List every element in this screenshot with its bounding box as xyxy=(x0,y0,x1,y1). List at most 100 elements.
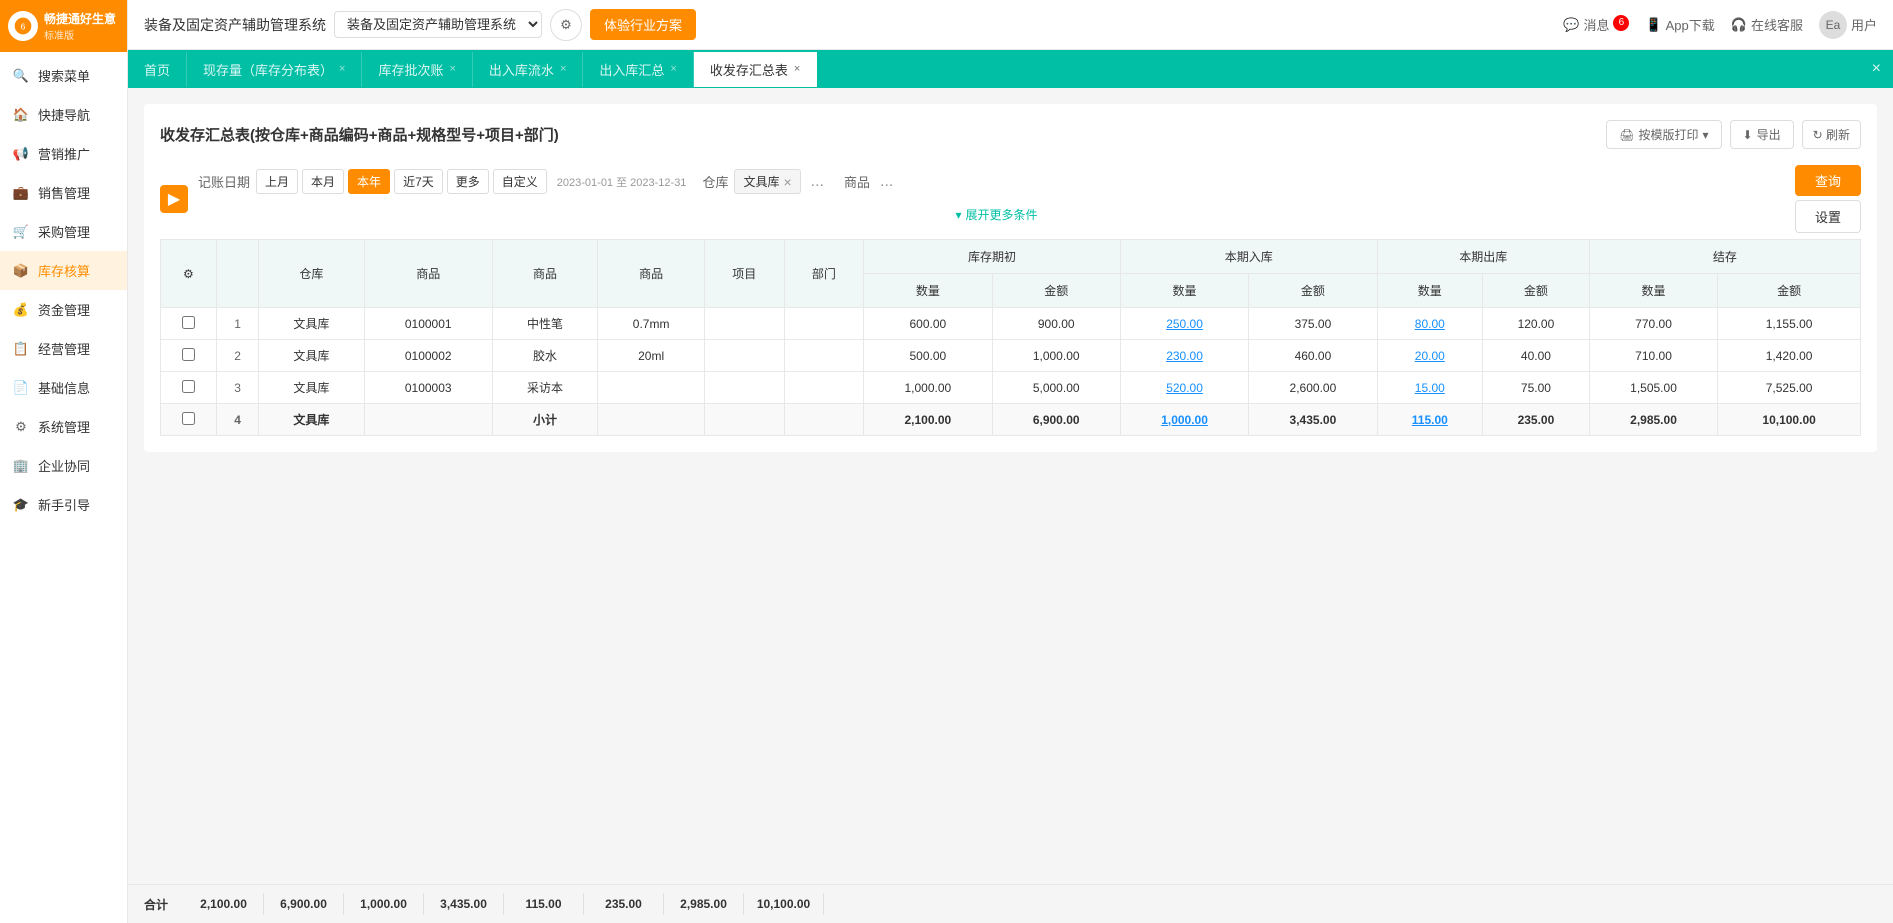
sidebar-item-finance[interactable]: 💰 资金管理 xyxy=(0,290,127,329)
th-opening-qty: 数量 xyxy=(864,274,992,308)
sidebar-item-enterprise[interactable]: 🏢 企业协同 xyxy=(0,446,127,485)
row-close-amt: 7,525.00 xyxy=(1718,372,1861,404)
tabs-close-all[interactable]: × xyxy=(1860,52,1893,86)
query-btn[interactable]: 查询 xyxy=(1795,165,1861,196)
settings-btn[interactable]: ⚙ xyxy=(550,9,582,41)
tab-close-recv-send[interactable]: × xyxy=(794,63,800,75)
export-btn[interactable]: ⬇ 导出 xyxy=(1730,120,1794,149)
sidebar-item-marketing[interactable]: 📢 营销推广 xyxy=(0,134,127,173)
row-in-qty: 250.00 xyxy=(1120,308,1248,340)
total-close-qty: 2,985.00 xyxy=(664,893,744,915)
row-department xyxy=(784,404,864,436)
date-btn-this-year[interactable]: 本年 xyxy=(348,169,390,194)
tab-recv-send[interactable]: 收发存汇总表 × xyxy=(694,52,817,87)
sidebar-item-basic-info[interactable]: 📄 基础信息 xyxy=(0,368,127,407)
date-btn-this-month[interactable]: 本月 xyxy=(302,169,344,194)
expand-row: ▾ 展开更多条件 xyxy=(198,200,1795,229)
bottom-total-bar: 合计 2,100.00 6,900.00 1,000.00 3,435.00 1… xyxy=(128,884,1893,923)
date-btn-custom[interactable]: 自定义 xyxy=(493,169,547,194)
tab-summary[interactable]: 出入库汇总 × xyxy=(583,52,693,87)
column-settings-btn[interactable]: 设置 xyxy=(1795,200,1861,233)
th-out-amt: 金额 xyxy=(1483,274,1590,308)
row-name: 采访本 xyxy=(492,372,597,404)
row-checkbox[interactable] xyxy=(182,316,195,329)
row-num: 2 xyxy=(216,340,258,372)
row-checkbox[interactable] xyxy=(182,348,195,361)
row-checkbox[interactable] xyxy=(182,412,195,425)
date-btn-last-month[interactable]: 上月 xyxy=(256,169,298,194)
sidebar-item-inventory[interactable]: 📦 库存核算 xyxy=(0,251,127,290)
date-btn-more[interactable]: 更多 xyxy=(447,169,489,194)
sidebar-item-purchase[interactable]: 🛒 采购管理 xyxy=(0,212,127,251)
th-opening: 库存期初 xyxy=(864,240,1121,274)
row-warehouse: 文具库 xyxy=(259,340,364,372)
row-checkbox-cell[interactable] xyxy=(161,340,217,372)
date-range-text: 2023-01-01 至 2023-12-31 xyxy=(557,174,687,190)
row-name: 小计 xyxy=(492,404,597,436)
sidebar-item-system[interactable]: ⚙ 系统管理 xyxy=(0,407,127,446)
row-open-qty: 500.00 xyxy=(864,340,992,372)
table-row: 1 文具库 0100001 中性笔 0.7mm 600.00 900.00 25… xyxy=(161,308,1861,340)
print-btn[interactable]: 🖨 按模版打印 ▾ xyxy=(1606,120,1721,149)
sidebar-item-quick-nav[interactable]: 🏠 快捷导航 xyxy=(0,95,127,134)
sales-icon: 💼 xyxy=(12,184,30,202)
row-out-amt: 40.00 xyxy=(1483,340,1590,372)
system-icon: ⚙ xyxy=(12,418,30,436)
online-service-btn[interactable]: 🎧 在线客服 xyxy=(1731,15,1803,34)
row-in-amt: 375.00 xyxy=(1249,308,1377,340)
sidebar-item-operations[interactable]: 📋 经营管理 xyxy=(0,329,127,368)
trial-button[interactable]: 体验行业方案 xyxy=(590,9,696,40)
row-checkbox-cell[interactable] xyxy=(161,308,217,340)
tab-close-flow[interactable]: × xyxy=(560,63,566,75)
page-content: 收发存汇总表(按仓库+商品编码+商品+规格型号+项目+部门) 🖨 按模版打印 ▾… xyxy=(128,88,1893,884)
query-btn-area: 查询 设置 xyxy=(1795,165,1861,233)
main-area: 装备及固定资产辅助管理系统 装备及固定资产辅助管理系统 ⚙ 体验行业方案 💬 消… xyxy=(128,0,1893,923)
tab-close-batch-account[interactable]: × xyxy=(449,63,455,75)
table-row: 2 文具库 0100002 胶水 20ml 500.00 1,000.00 23… xyxy=(161,340,1861,372)
th-closing-qty: 数量 xyxy=(1589,274,1717,308)
row-checkbox-cell[interactable] xyxy=(161,372,217,404)
tab-batch-account[interactable]: 库存批次账 × xyxy=(362,52,472,87)
sidebar: 6 畅捷通好生意 标准版 🔍 搜索菜单 🏠 快捷导航 📢 营销推广 💼 销售管理… xyxy=(0,0,128,923)
app-download-btn[interactable]: 📱 App下载 xyxy=(1645,15,1714,34)
warehouse-tag-close[interactable]: × xyxy=(783,174,791,190)
chevron-down-icon: ▾ xyxy=(1702,128,1708,142)
row-checkbox[interactable] xyxy=(182,380,195,393)
total-open-amt: 6,900.00 xyxy=(264,893,344,915)
row-close-amt: 1,155.00 xyxy=(1718,308,1861,340)
row-num: 3 xyxy=(216,372,258,404)
warehouse-tag: 文具库 × xyxy=(734,169,800,194)
sidebar-item-sales[interactable]: 💼 销售管理 xyxy=(0,173,127,212)
user-btn[interactable]: Ea 用户 xyxy=(1819,11,1877,39)
filter-row: ▶ 记账日期 上月 本月 本年 近7天 更多 自定义 xyxy=(160,165,1861,233)
notification-label: 消息 xyxy=(1583,15,1609,34)
row-checkbox-cell[interactable] xyxy=(161,404,217,436)
tab-flow[interactable]: 出入库流水 × xyxy=(473,52,583,87)
avatar: Ea xyxy=(1819,11,1847,39)
row-close-qty: 1,505.00 xyxy=(1589,372,1717,404)
row-open-amt: 6,900.00 xyxy=(992,404,1120,436)
filter-expand-btn[interactable]: ▶ xyxy=(160,185,188,213)
th-closing-amt: 金额 xyxy=(1718,274,1861,308)
expand-more-btn[interactable]: ▾ 展开更多条件 xyxy=(955,206,1037,223)
row-warehouse: 文具库 xyxy=(259,308,364,340)
tab-close-summary[interactable]: × xyxy=(670,63,676,75)
tab-close-stock-dist[interactable]: × xyxy=(339,63,345,75)
th-settings[interactable]: ⚙ xyxy=(161,240,217,308)
sidebar-item-search[interactable]: 🔍 搜索菜单 xyxy=(0,56,127,95)
row-department xyxy=(784,308,864,340)
system-select[interactable]: 装备及固定资产辅助管理系统 xyxy=(334,11,542,38)
row-in-qty: 520.00 xyxy=(1120,372,1248,404)
row-open-amt: 1,000.00 xyxy=(992,340,1120,372)
tab-home[interactable]: 首页 xyxy=(128,52,187,87)
export-icon: ⬇ xyxy=(1743,128,1753,142)
sidebar-item-newbie[interactable]: 🎓 新手引导 xyxy=(0,485,127,524)
main-table: ⚙ 仓库 商品 商品 商品 项目 部门 库存期初 本期入库 本期出库 xyxy=(160,239,1861,436)
goods-dots[interactable]: ... xyxy=(876,173,897,191)
notification-btn[interactable]: 💬 消息 6 xyxy=(1563,15,1629,34)
tab-stock-dist[interactable]: 现存量（库存分布表） × xyxy=(187,52,362,87)
warehouse-dots[interactable]: ... xyxy=(807,173,828,191)
total-close-amt: 10,100.00 xyxy=(744,893,824,915)
refresh-btn[interactable]: ↻ 刷新 xyxy=(1802,120,1861,149)
date-btn-7days[interactable]: 近7天 xyxy=(394,169,443,194)
